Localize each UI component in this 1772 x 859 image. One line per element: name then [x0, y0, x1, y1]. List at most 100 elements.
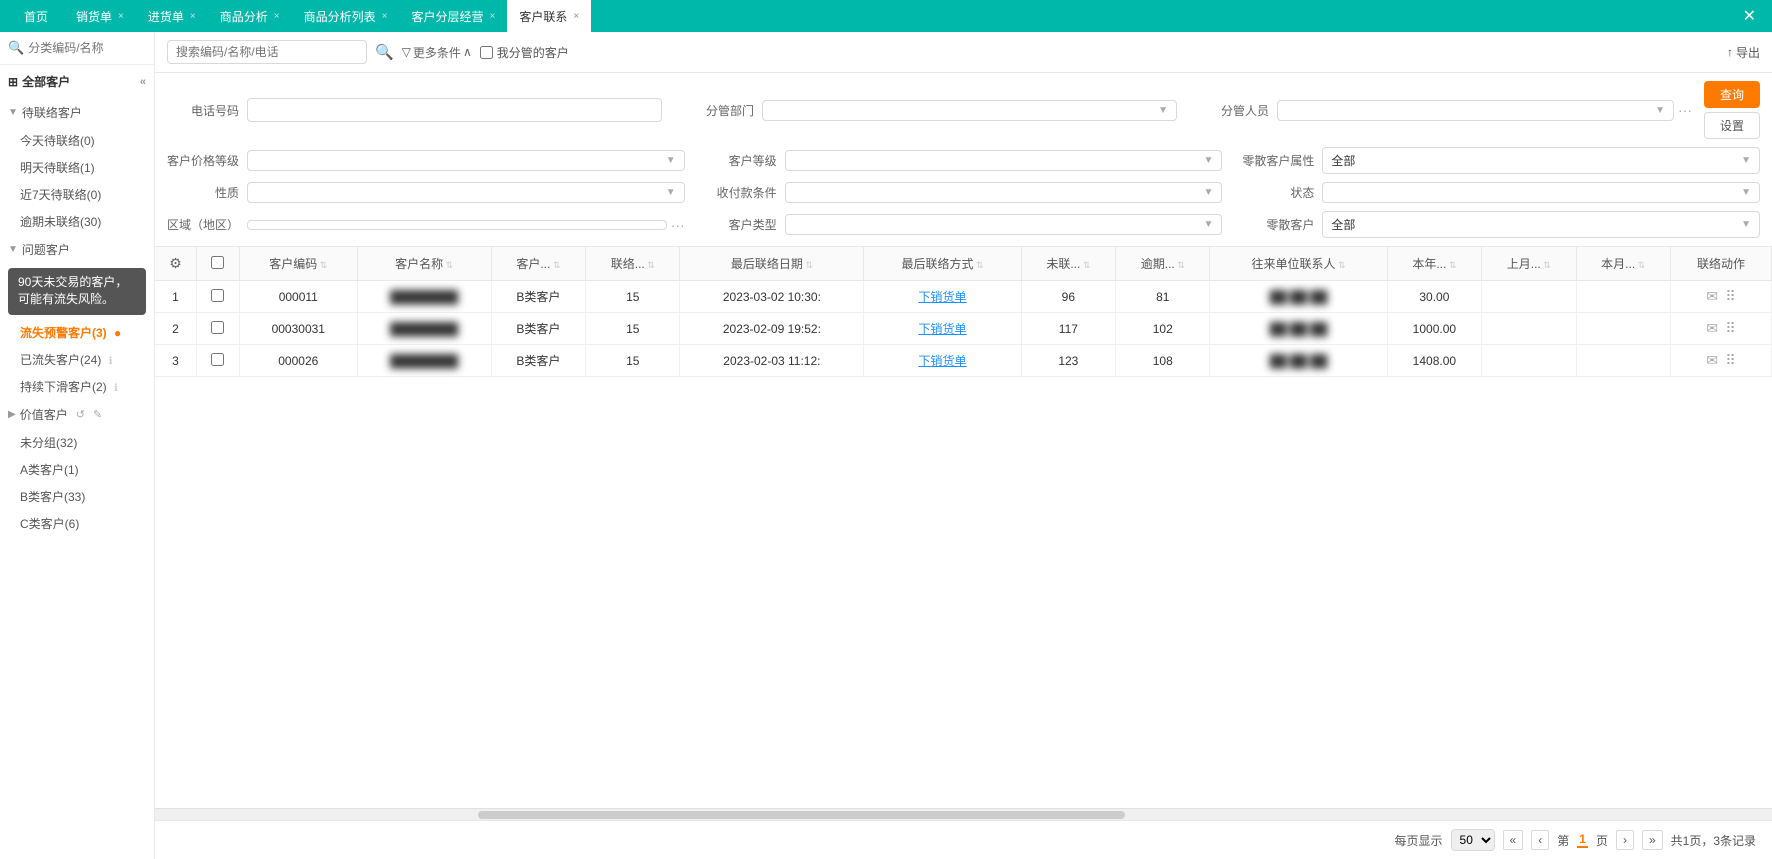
action-more-icon[interactable]: ⠿	[1725, 352, 1735, 368]
last-method-link[interactable]: 下销货单	[918, 354, 966, 368]
sidebar-item-churned[interactable]: 已流失客户(24) ℹ	[0, 346, 154, 373]
nav-tab-customer-contact[interactable]: 客户联系 ×	[507, 0, 591, 32]
sidebar-section-pending[interactable]: ▼ 待联络客户	[0, 98, 154, 127]
th-unlink-days[interactable]: 未联...	[1021, 247, 1115, 281]
sidebar-item-class-a[interactable]: A类客户(1)	[0, 456, 154, 483]
refresh-icon[interactable]: ↺	[76, 408, 85, 421]
action-more-icon[interactable]: ⠿	[1725, 320, 1735, 336]
close-tab-product-analysis[interactable]: ×	[274, 11, 280, 22]
close-tab-purchase[interactable]: ×	[190, 11, 196, 22]
first-page-button[interactable]: «	[1503, 830, 1524, 850]
th-this-year[interactable]: 本年...	[1387, 247, 1481, 281]
sidebar-item-overdue[interactable]: 逾期未联络(30)	[0, 208, 154, 235]
sidebar-item-7days[interactable]: 近7天待联络(0)	[0, 181, 154, 208]
horizontal-scrollbar[interactable]	[155, 808, 1772, 820]
nav-tab-home[interactable]: 首页	[8, 0, 64, 32]
action-chat-icon[interactable]: ✉	[1706, 320, 1718, 336]
search-button[interactable]: 🔍	[375, 43, 394, 61]
th-last-method[interactable]: 最后联络方式	[864, 247, 1021, 281]
cell-contact: 15	[586, 281, 680, 313]
cell-code: 000026	[239, 345, 357, 377]
export-button[interactable]: ↑ 导出	[1727, 44, 1760, 61]
more-conditions-button[interactable]: ▽ 更多条件 ∧	[402, 44, 472, 61]
table-row: 1 000011 ████████ B类客户 15 2023-03-02 10:…	[155, 281, 1772, 313]
nav-tab-sales[interactable]: 销货单 ×	[64, 0, 136, 32]
filter-price-grade-select[interactable]: ▼	[247, 150, 685, 171]
close-tab-sales[interactable]: ×	[118, 11, 124, 22]
filter-customer-grade-select[interactable]: ▼	[785, 150, 1223, 171]
prev-page-button[interactable]: ‹	[1531, 830, 1549, 850]
sidebar-item-tomorrow[interactable]: 明天待联络(1)	[0, 154, 154, 181]
th-name[interactable]: 客户名称	[357, 247, 491, 281]
filter-region-select[interactable]	[247, 220, 667, 230]
cell-last-date: 2023-03-02 10:30:	[680, 281, 864, 313]
close-all-button[interactable]: ✕	[1735, 6, 1764, 26]
nav-tab-product-analysis-list[interactable]: 商品分析列表 ×	[292, 0, 400, 32]
row-checkbox[interactable]	[211, 321, 224, 334]
filter-nature-select[interactable]: ▼	[247, 182, 685, 203]
filter-manager-select[interactable]: ▼	[1277, 100, 1674, 121]
filter-customer-type-field: 客户类型 ▼	[705, 214, 1223, 235]
settings-button[interactable]: 设置	[1704, 112, 1760, 139]
cell-unlink-days: 123	[1021, 345, 1115, 377]
th-type[interactable]: 客户...	[491, 247, 585, 281]
sidebar-all-customers[interactable]: ⊞ 全部客户 «	[0, 65, 154, 98]
main-layout: 🔍 ⊞ 全部客户 « ▼ 待联络客户 今天待联络(0) 明天待联络(1) 近7天…	[0, 32, 1772, 859]
th-last-date[interactable]: 最后联络日期	[680, 247, 864, 281]
sidebar-search-input[interactable]	[28, 41, 155, 55]
th-code[interactable]: 客户编码	[239, 247, 357, 281]
sidebar-item-declining[interactable]: 持续下滑客户(2) ℹ	[0, 373, 154, 400]
last-page-button[interactable]: »	[1642, 830, 1663, 850]
th-this-month[interactable]: 本月...	[1576, 247, 1670, 281]
my-customer-checkbox[interactable]	[480, 46, 493, 59]
nav-tab-customer-tier[interactable]: 客户分层经营 ×	[399, 0, 507, 32]
sidebar-item-unclassified[interactable]: 未分组(32)	[0, 429, 154, 456]
filter-manager-dots[interactable]: ···	[1678, 102, 1692, 118]
action-chat-icon[interactable]: ✉	[1706, 352, 1718, 368]
filter-dept-select[interactable]: ▼	[762, 100, 1177, 121]
sidebar-section-value[interactable]: ▶ 价值客户 ↺ ✎	[0, 400, 154, 429]
sidebar-item-churn-warning[interactable]: 流失预警客户(3) ●	[0, 319, 154, 346]
cell-checkbox	[196, 345, 239, 377]
filter-payment-select[interactable]: ▼	[785, 182, 1223, 203]
filter-customer-type-select[interactable]: ▼	[785, 214, 1223, 235]
th-contact2[interactable]: 往来单位联系人	[1210, 247, 1387, 281]
row-checkbox[interactable]	[211, 353, 224, 366]
sidebar-section-problem[interactable]: ▼ 问题客户	[0, 235, 154, 264]
select-all-checkbox[interactable]	[211, 256, 224, 269]
filter-phone-input[interactable]	[247, 98, 662, 122]
edit-icon[interactable]: ✎	[93, 408, 102, 421]
nav-tab-product-analysis[interactable]: 商品分析 ×	[208, 0, 292, 32]
close-tab-product-analysis-list[interactable]: ×	[382, 11, 388, 22]
filter-row-2: 客户价格等级 ▼ 客户等级 ▼ 零散客户属性	[167, 147, 1760, 174]
sidebar-item-today[interactable]: 今天待联络(0)	[0, 127, 154, 154]
close-tab-customer-tier[interactable]: ×	[489, 11, 495, 22]
nav-tab-purchase[interactable]: 进货单 ×	[136, 0, 208, 32]
cell-this-year: 1000.00	[1387, 313, 1481, 345]
sidebar-item-class-b[interactable]: B类客户(33)	[0, 483, 154, 510]
last-method-link[interactable]: 下销货单	[918, 322, 966, 336]
chevron-down-icon-payment: ▼	[1203, 187, 1213, 198]
scrollbar-thumb[interactable]	[478, 811, 1125, 819]
query-button[interactable]: 查询	[1704, 81, 1760, 108]
sidebar-item-class-c[interactable]: C类客户(6)	[0, 510, 154, 537]
action-more-icon[interactable]: ⠿	[1725, 288, 1735, 304]
th-settings[interactable]: ⚙	[155, 247, 196, 281]
th-contact[interactable]: 联络...	[586, 247, 680, 281]
filter-status-select[interactable]: ▼	[1322, 182, 1760, 203]
page-size-select[interactable]: 50	[1451, 829, 1495, 851]
search-input[interactable]	[167, 40, 367, 64]
next-page-button[interactable]: ›	[1616, 830, 1634, 850]
action-chat-icon[interactable]: ✉	[1706, 288, 1718, 304]
th-last-month[interactable]: 上月...	[1482, 247, 1576, 281]
filter-retail-customer-select[interactable]: 全部 ▼	[1322, 211, 1760, 238]
total-info: 共1页，3条记录	[1671, 832, 1756, 849]
close-tab-customer-contact[interactable]: ×	[573, 11, 579, 22]
filter-region-dots[interactable]: ···	[671, 217, 685, 233]
settings-icon[interactable]: ⚙	[169, 255, 182, 271]
row-checkbox[interactable]	[211, 289, 224, 302]
filter-retail-attr-select[interactable]: 全部 ▼	[1322, 147, 1760, 174]
my-customer-checkbox-label[interactable]: 我分管的客户	[480, 44, 569, 61]
last-method-link[interactable]: 下销货单	[918, 290, 966, 304]
th-overdue[interactable]: 逾期...	[1116, 247, 1210, 281]
